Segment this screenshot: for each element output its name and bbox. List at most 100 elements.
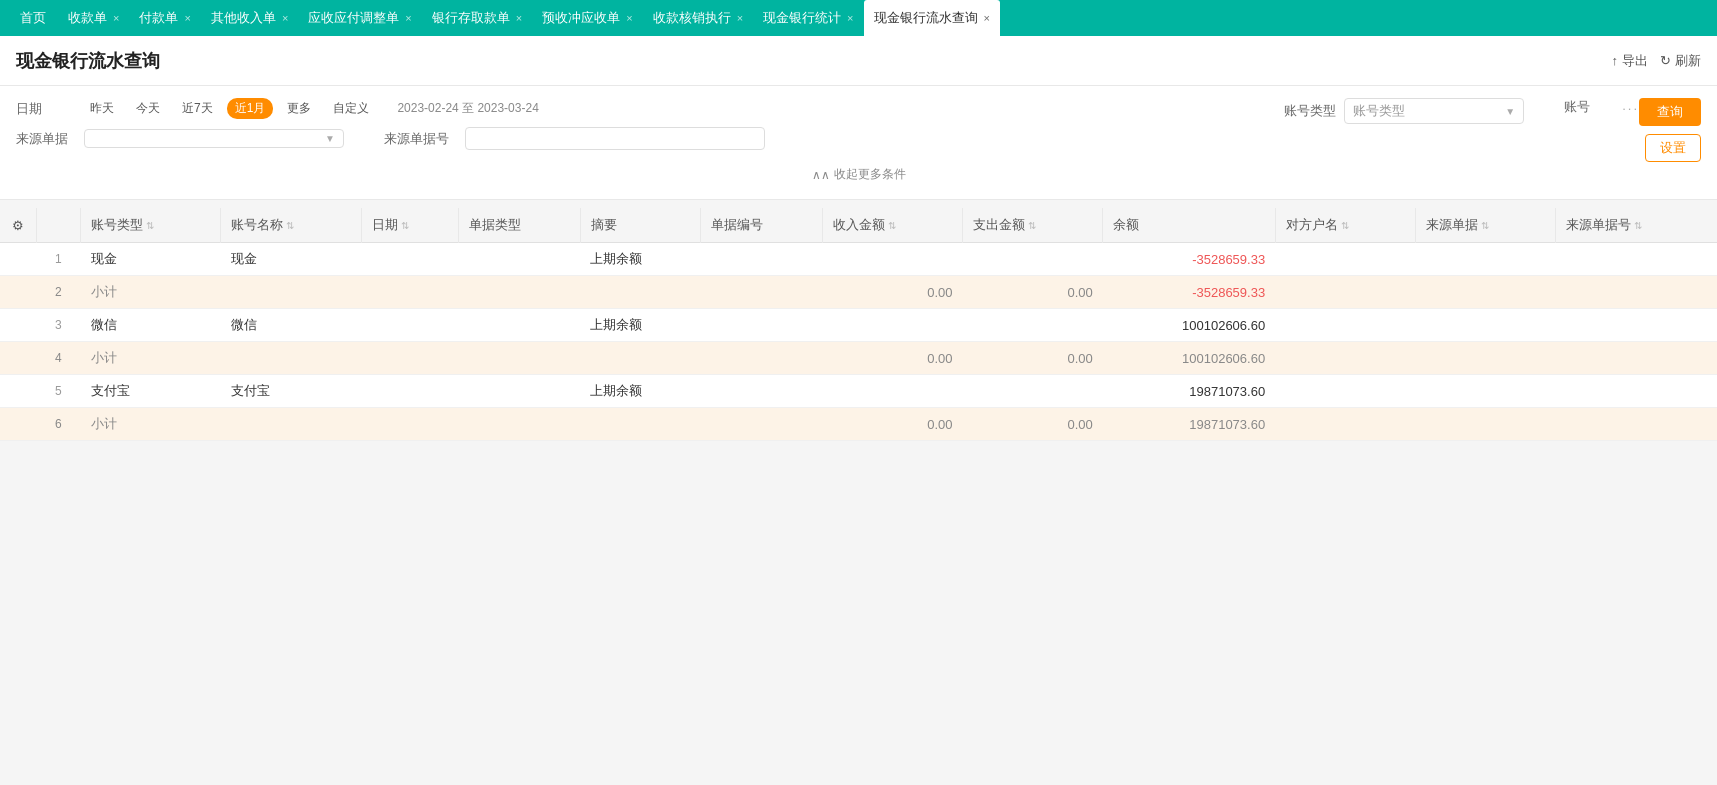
close-tab-icon[interactable]: × (847, 12, 853, 24)
date-option-近1月[interactable]: 近1月 (227, 98, 274, 119)
export-button[interactable]: ↑ 导出 (1612, 52, 1649, 70)
date-filter-label: 日期 (16, 100, 66, 118)
cell-gear (0, 342, 36, 375)
cell-gear (0, 408, 36, 441)
cell-no: 1 (36, 243, 81, 276)
nav-tab-其他收入单[interactable]: 其他收入单× (201, 0, 298, 36)
date-option-昨天[interactable]: 昨天 (82, 98, 122, 119)
cell-doc_type (458, 243, 580, 276)
export-icon: ↑ (1612, 53, 1619, 68)
col-account_name[interactable]: 账号名称⇅ (221, 208, 361, 243)
query-button[interactable]: 查询 (1639, 98, 1701, 126)
source-doc-no-input[interactable] (465, 127, 765, 150)
cell-doc_type (458, 408, 580, 441)
cell-income (822, 309, 962, 342)
cell-balance: -3528659.33 (1103, 276, 1275, 309)
close-tab-icon[interactable]: × (626, 12, 632, 24)
date-option-更多[interactable]: 更多 (279, 98, 319, 119)
cell-doc_type (458, 276, 580, 309)
nav-tab-银行存取款单[interactable]: 银行存取款单× (422, 0, 532, 36)
nav-home[interactable]: 首页 (8, 9, 58, 27)
cell-date (361, 408, 458, 441)
table-row: 2小计0.000.00-3528659.33 (0, 276, 1717, 309)
col-date[interactable]: 日期⇅ (361, 208, 458, 243)
close-tab-icon[interactable]: × (184, 12, 190, 24)
cell-gear (0, 375, 36, 408)
cell-doc_no (700, 243, 822, 276)
col-account_type[interactable]: 账号类型⇅ (81, 208, 221, 243)
refresh-button[interactable]: ↻ 刷新 (1660, 52, 1701, 70)
close-tab-icon[interactable]: × (405, 12, 411, 24)
nav-tab-应收应付调整单[interactable]: 应收应付调整单× (298, 0, 421, 36)
collapse-icon: ∧∧ (812, 168, 830, 182)
cell-no: 3 (36, 309, 81, 342)
cell-expense (963, 243, 1103, 276)
cell-summary (580, 342, 700, 375)
nav-tab-收款核销执行[interactable]: 收款核销执行× (643, 0, 753, 36)
cell-doc_no (700, 408, 822, 441)
close-tab-icon[interactable]: × (984, 12, 990, 24)
cell-summary (580, 276, 700, 309)
cell-account_type: 现金 (81, 243, 221, 276)
close-tab-icon[interactable]: × (282, 12, 288, 24)
filter-right-buttons: 查询 设置 (1639, 98, 1701, 162)
col-counterpart[interactable]: 对方户名⇅ (1275, 208, 1415, 243)
cell-doc_no (700, 375, 822, 408)
date-range-display: 2023-02-24 至 2023-03-24 (397, 100, 538, 117)
cell-summary: 上期余额 (580, 243, 700, 276)
cell-source_doc (1415, 276, 1555, 309)
nav-tab-现金银行流水查询[interactable]: 现金银行流水查询× (864, 0, 1000, 36)
cell-balance: 19871073.60 (1103, 375, 1275, 408)
gear-icon[interactable]: ⚙ (12, 218, 24, 233)
cell-balance: 100102606.60 (1103, 309, 1275, 342)
cell-summary (580, 408, 700, 441)
source-doc-select[interactable]: ▼ (84, 129, 344, 148)
source-doc-arrow-icon: ▼ (325, 133, 335, 144)
cell-expense: 0.00 (963, 408, 1103, 441)
page-title: 现金银行流水查询 (16, 49, 160, 73)
account-label: 账号 (1564, 98, 1614, 116)
cell-expense: 0.00 (963, 276, 1103, 309)
cell-source_doc_no (1556, 309, 1717, 342)
collapse-bar[interactable]: ∧∧ 收起更多条件 (16, 162, 1701, 187)
col-expense[interactable]: 支出金额⇅ (963, 208, 1103, 243)
col-no (36, 208, 81, 243)
filter-row-source: 来源单据 ▼ 来源单据号 (16, 127, 1244, 150)
date-option-近7天[interactable]: 近7天 (174, 98, 221, 119)
account-dots[interactable]: ... (1622, 98, 1639, 113)
col-income[interactable]: 收入金额⇅ (822, 208, 962, 243)
settings-button[interactable]: 设置 (1645, 134, 1701, 162)
cell-account_name: 现金 (221, 243, 361, 276)
cell-counterpart (1275, 408, 1415, 441)
cell-account_type: 支付宝 (81, 375, 221, 408)
cell-balance: -3528659.33 (1103, 243, 1275, 276)
account-type-placeholder: 账号类型 (1353, 102, 1405, 120)
account-type-filter-group: 账号类型 账号类型 ▼ (1284, 98, 1524, 124)
close-tab-icon[interactable]: × (516, 12, 522, 24)
date-option-自定义[interactable]: 自定义 (325, 98, 377, 119)
table-row: 1现金现金上期余额-3528659.33 (0, 243, 1717, 276)
close-tab-icon[interactable]: × (737, 12, 743, 24)
top-navigation: 首页 收款单×付款单×其他收入单×应收应付调整单×银行存取款单×预收冲应收单×收… (0, 0, 1717, 36)
cell-account_name (221, 342, 361, 375)
nav-tab-付款单[interactable]: 付款单× (129, 0, 200, 36)
col-source_doc[interactable]: 来源单据⇅ (1415, 208, 1555, 243)
col-doc_no: 单据编号 (700, 208, 822, 243)
nav-tab-收款单[interactable]: 收款单× (58, 0, 129, 36)
cell-source_doc_no (1556, 375, 1717, 408)
date-option-今天[interactable]: 今天 (128, 98, 168, 119)
cell-source_doc_no (1556, 408, 1717, 441)
cell-counterpart (1275, 375, 1415, 408)
close-tab-icon[interactable]: × (113, 12, 119, 24)
filter-section: 日期 昨天今天近7天近1月更多自定义 2023-02-24 至 2023-03-… (16, 98, 1701, 162)
col-source_doc_no[interactable]: 来源单据号⇅ (1556, 208, 1717, 243)
cell-no: 6 (36, 408, 81, 441)
cell-income: 0.00 (822, 408, 962, 441)
table-header: ⚙账号类型⇅账号名称⇅日期⇅单据类型摘要单据编号收入金额⇅支出金额⇅余额对方户名… (0, 208, 1717, 243)
nav-tab-现金银行统计[interactable]: 现金银行统计× (753, 0, 863, 36)
cell-date (361, 309, 458, 342)
cell-expense (963, 309, 1103, 342)
account-type-select[interactable]: 账号类型 ▼ (1344, 98, 1524, 124)
nav-tab-预收冲应收单[interactable]: 预收冲应收单× (532, 0, 642, 36)
cell-source_doc_no (1556, 276, 1717, 309)
